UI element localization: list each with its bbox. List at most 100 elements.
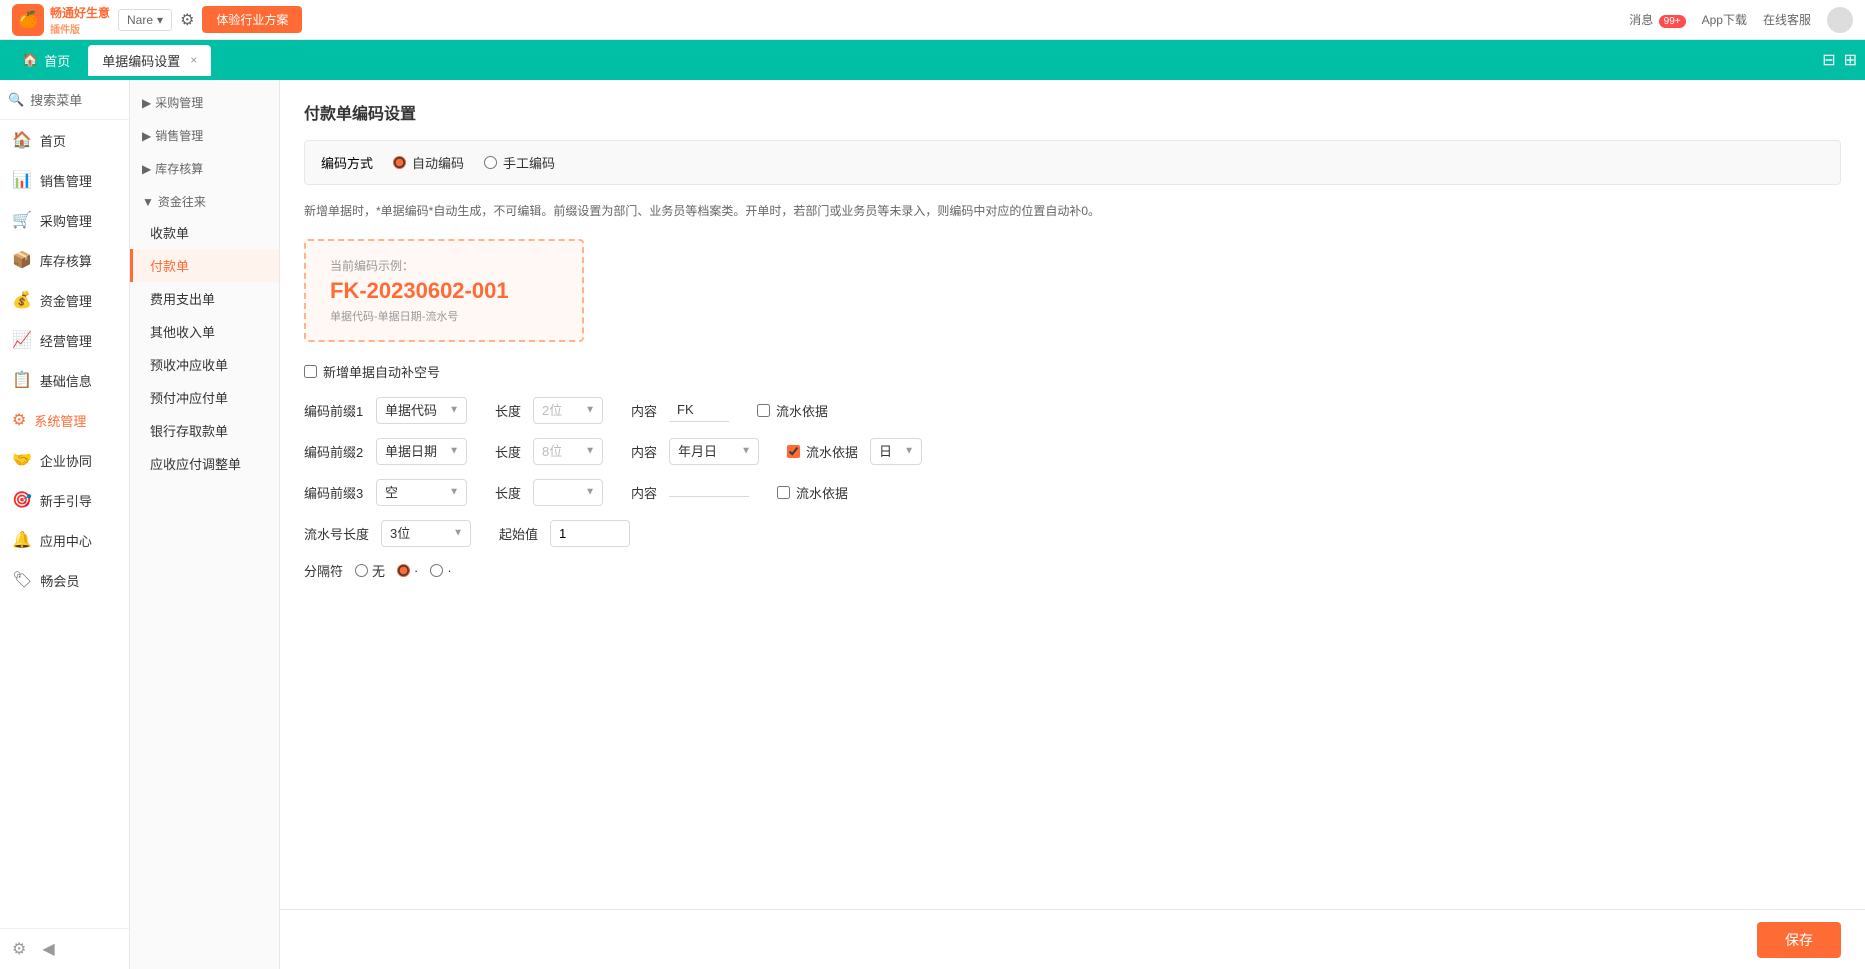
prefix2-extra-wrapper: 日 月 年 <box>870 438 922 465</box>
sub-item-other-income[interactable]: 其他收入单 <box>130 315 279 348</box>
prefix1-serial-checkbox[interactable] <box>757 404 770 417</box>
sidebar-item-guide[interactable]: 🎯 新手引导 <box>0 480 129 520</box>
serial-length-label: 流水号长度 <box>304 524 369 543</box>
prefix2-select[interactable]: 单据日期 单据代码 空 <box>376 438 467 465</box>
home-icon: 🏠 <box>12 130 32 150</box>
prefix1-select-wrapper: 单据代码 单据日期 空 <box>376 397 467 424</box>
prefix2-content-select[interactable]: 年月日 年月 年 <box>669 438 759 465</box>
prefix1-length-label: 长度 <box>495 401 521 420</box>
sidebar-basic-label: 基础信息 <box>40 371 92 390</box>
app-download-link[interactable]: App下载 <box>1702 11 1747 28</box>
online-service-link[interactable]: 在线客服 <box>1763 11 1811 28</box>
sub-item-expense[interactable]: 费用支出单 <box>130 282 279 315</box>
operations-icon: 📈 <box>12 330 32 350</box>
sidebar-sales-label: 销售管理 <box>40 171 92 190</box>
prefix2-length-select[interactable]: 8位 <box>533 438 603 465</box>
auto-encode-radio[interactable] <box>393 156 406 169</box>
experience-btn[interactable]: 体验行业方案 <box>202 6 302 33</box>
start-value-input[interactable] <box>550 520 630 547</box>
encoding-radio-group: 编码方式 自动编码 手工编码 <box>321 153 1824 172</box>
prefix1-content-label: 内容 <box>631 401 657 420</box>
guide-icon: 🎯 <box>12 490 32 510</box>
chevron-down-icon: ▾ <box>157 13 163 27</box>
sub-item-advance-receipt[interactable]: 预收冲应收单 <box>130 348 279 381</box>
separator-row: 分隔符 无 · · <box>304 561 1841 580</box>
preview-code: FK-20230602-001 <box>330 278 558 304</box>
sidebar-settings-icon[interactable]: ⚙ <box>12 939 26 959</box>
collapse-icon: ▶ <box>142 162 151 176</box>
system-icon: ⚙ <box>12 410 26 430</box>
sidebar-item-operations[interactable]: 📈 经营管理 <box>0 320 129 360</box>
search-icon: 🔍 <box>8 92 24 108</box>
separator-dash-radio[interactable] <box>430 564 443 577</box>
sidebar-apps-label: 应用中心 <box>40 531 92 550</box>
group-sales-header[interactable]: ▶ 销售管理 <box>130 121 279 150</box>
sidebar-item-collab[interactable]: 🤝 企业协同 <box>0 440 129 480</box>
sidebar-item-sales[interactable]: 📊 销售管理 <box>0 160 129 200</box>
group-funds: ▼ 资金往来 收款单 付款单 费用支出单 其他收入单 预收冲应收单 预付冲应付单… <box>130 187 279 480</box>
separator-dash-option[interactable]: · <box>430 563 451 578</box>
home-icon: 🏠 <box>22 52 38 68</box>
sidebar-search[interactable]: 🔍 搜索菜单 <box>0 80 129 120</box>
group-funds-header[interactable]: ▼ 资金往来 <box>130 187 279 216</box>
avatar[interactable] <box>1827 7 1853 33</box>
save-button[interactable]: 保存 <box>1757 922 1841 958</box>
purchase-icon: 🛒 <box>12 210 32 230</box>
prefix-row-2: 编码前缀2 单据日期 单据代码 空 长度 8位 <box>304 438 1841 465</box>
auto-encode-option[interactable]: 自动编码 <box>393 153 464 172</box>
prefix3-serial-checkbox[interactable] <box>777 486 790 499</box>
auto-fill-checkbox[interactable] <box>304 365 317 378</box>
prefix2-serial-checkbox[interactable] <box>787 445 800 458</box>
tab-current[interactable]: 单据编码设置 × <box>88 45 211 76</box>
sidebar-item-finance[interactable]: 💰 资金管理 <box>0 280 129 320</box>
separator-dot-option[interactable]: · <box>397 563 418 578</box>
sub-item-ar-adjust[interactable]: 应收应付调整单 <box>130 447 279 480</box>
sidebar-item-basic[interactable]: 📋 基础信息 <box>0 360 129 400</box>
prefix1-serial-label: 流水依据 <box>757 401 828 420</box>
prefix3-label: 编码前缀3 <box>304 483 364 502</box>
message-link[interactable]: 消息 99+ <box>1629 11 1685 28</box>
separator-dash-label: · <box>447 563 451 578</box>
serial-length-select[interactable]: 3位 4位 5位 <box>381 520 471 547</box>
prefix1-length-select[interactable]: 2位 <box>533 397 603 424</box>
prefix3-content-value <box>669 488 749 497</box>
sidebar-collapse-icon[interactable]: ◀ <box>42 939 54 959</box>
app-name: 畅通好生意 <box>50 4 110 21</box>
sub-item-advance-payment[interactable]: 预付冲应付单 <box>130 381 279 414</box>
prefix2-extra-select[interactable]: 日 月 年 <box>870 438 922 465</box>
tab-close-icon[interactable]: × <box>190 53 197 67</box>
content-inner: 付款单编码设置 编码方式 自动编码 手工编码 <box>280 80 1865 620</box>
sub-item-bank[interactable]: 银行存取款单 <box>130 414 279 447</box>
bottom-bar: 保存 <box>280 909 1865 969</box>
sub-item-receipt[interactable]: 收款单 <box>130 216 279 249</box>
separator-dot-radio[interactable] <box>397 564 410 577</box>
separator-none-label: 无 <box>372 561 385 580</box>
page-title: 付款单编码设置 <box>304 100 1841 124</box>
group-inventory: ▶ 库存核算 <box>130 154 279 183</box>
manual-encode-option[interactable]: 手工编码 <box>484 153 555 172</box>
sidebar-item-purchase[interactable]: 🛒 采购管理 <box>0 200 129 240</box>
minimize-icon[interactable]: ⊟ <box>1822 50 1835 70</box>
prefix3-select[interactable]: 空 单据代码 单据日期 <box>376 479 467 506</box>
separator-none-radio[interactable] <box>355 564 368 577</box>
sidebar-collab-label: 企业协同 <box>40 451 92 470</box>
manual-encode-radio[interactable] <box>484 156 497 169</box>
sidebar-item-system[interactable]: ⚙ 系统管理 <box>0 400 129 440</box>
maximize-icon[interactable]: ⊞ <box>1844 50 1857 70</box>
sidebar-item-member[interactable]: 🏷 畅会员 <box>0 560 129 600</box>
sidebar-item-apps[interactable]: 🔔 应用中心 <box>0 520 129 560</box>
sidebar-item-home[interactable]: 🏠 首页 <box>0 120 129 160</box>
group-purchase-header[interactable]: ▶ 采购管理 <box>130 88 279 117</box>
sidebar-item-inventory[interactable]: 📦 库存核算 <box>0 240 129 280</box>
separator-none-option[interactable]: 无 <box>355 561 385 580</box>
member-icon: 🏷 <box>12 570 32 590</box>
settings-icon[interactable]: ⚙ <box>180 10 194 30</box>
group-inventory-header[interactable]: ▶ 库存核算 <box>130 154 279 183</box>
prefix1-select[interactable]: 单据代码 单据日期 空 <box>376 397 467 424</box>
sidebar-guide-label: 新手引导 <box>40 491 92 510</box>
separator-dot-label: · <box>414 563 418 578</box>
prefix3-length-select[interactable] <box>533 479 603 506</box>
sub-item-payment[interactable]: 付款单 <box>130 249 279 282</box>
tab-home[interactable]: 🏠 首页 <box>8 45 84 76</box>
company-dropdown[interactable]: Nare ▾ <box>118 9 172 31</box>
